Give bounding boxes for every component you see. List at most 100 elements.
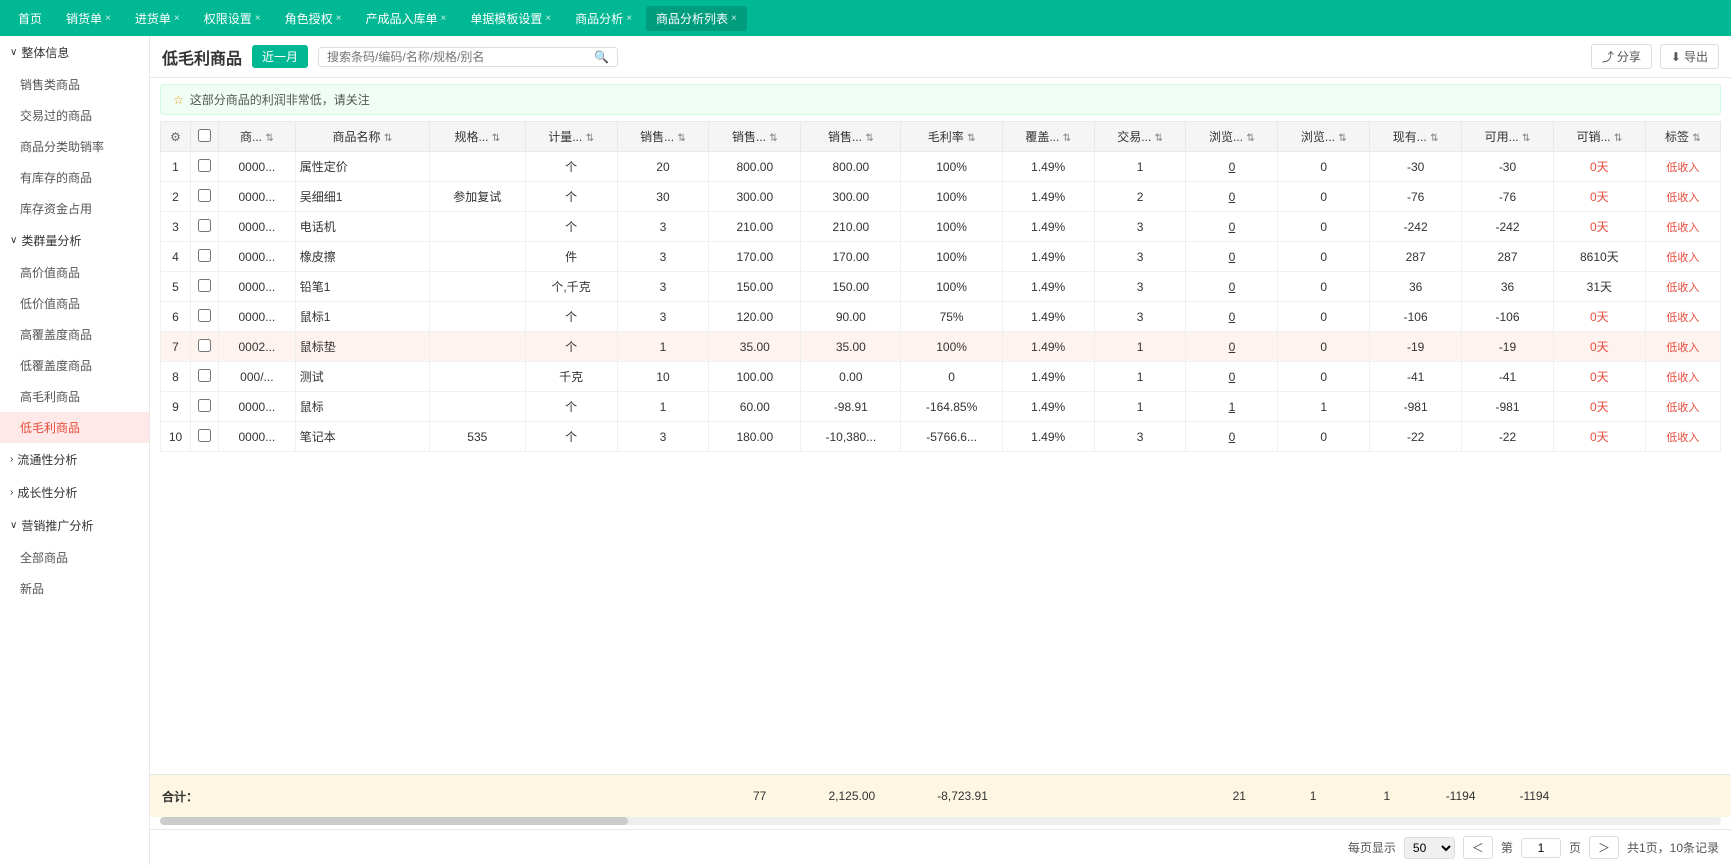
close-icon[interactable]: × [440,13,446,24]
col-coverage[interactable]: 覆盖... ⇅ [1002,122,1094,152]
close-icon[interactable]: × [174,13,180,24]
sidebar-item-stock-capital[interactable]: 库存资金占用 [0,193,149,224]
export-button[interactable]: ⬇ 导出 [1660,44,1719,69]
row-browse1[interactable]: 0 [1186,182,1278,212]
col-tag[interactable]: 标签 ⇅ [1645,122,1720,152]
nav-purchase-order[interactable]: 进货单 × [125,6,190,31]
col-trans[interactable]: 交易... ⇅ [1094,122,1186,152]
col-browse2[interactable]: 浏览... ⇅ [1278,122,1370,152]
col-unit[interactable]: 计量... ⇅ [525,122,617,152]
table-wrapper[interactable]: ⚙ 商... ⇅ 商品名称 ⇅ 规格... ⇅ 计量... ⇅ 销售... ⇅ … [150,121,1731,774]
row-browse1[interactable]: 0 [1186,362,1278,392]
row-browse1[interactable]: 1 [1186,392,1278,422]
nav-product-analysis[interactable]: 商品分析 × [565,6,642,31]
col-available[interactable]: 可用... ⇅ [1462,122,1554,152]
row-checkbox[interactable] [191,422,219,452]
row-select-checkbox[interactable] [198,219,211,232]
close-icon[interactable]: × [255,13,261,24]
row-checkbox[interactable] [191,182,219,212]
nav-sales-order[interactable]: 销货单 × [56,6,121,31]
search-input[interactable] [327,50,594,64]
nav-product-entry[interactable]: 产成品入库单 × [355,6,456,31]
nav-template-settings[interactable]: 单据模板设置 × [460,6,561,31]
row-checkbox[interactable] [191,362,219,392]
col-name[interactable]: 商品名称 ⇅ [295,122,429,152]
sidebar-item-high-coverage[interactable]: 高覆盖度商品 [0,319,149,350]
col-gross-rate[interactable]: 毛利率 ⇅ [901,122,1002,152]
sidebar-group-growth[interactable]: › 成长性分析 [0,476,149,509]
sidebar-item-stocked-goods[interactable]: 有库存的商品 [0,162,149,193]
search-icon[interactable]: 🔍 [594,50,609,64]
row-browse1[interactable]: 0 [1186,152,1278,182]
sidebar-group-marketing[interactable]: ∨ 营销推广分析 [0,509,149,542]
close-icon[interactable]: × [626,13,632,24]
row-checkbox[interactable] [191,302,219,332]
row-checkbox[interactable] [191,212,219,242]
col-spec[interactable]: 规格... ⇅ [429,122,525,152]
select-all-checkbox[interactable] [198,129,211,142]
row-browse1[interactable]: 0 [1186,332,1278,362]
sidebar-item-low-profit[interactable]: 低毛利商品 [0,412,149,443]
row-select-checkbox[interactable] [198,339,211,352]
row-browse1[interactable]: 0 [1186,212,1278,242]
row-checkbox[interactable] [191,332,219,362]
nav-role-auth[interactable]: 角色授权 × [275,6,352,31]
close-icon[interactable]: × [336,13,342,24]
settings-icon[interactable]: ⚙ [170,130,181,144]
horizontal-scrollbar[interactable] [160,817,1721,825]
close-icon[interactable]: × [105,13,111,24]
page-input[interactable] [1521,838,1561,858]
share-button[interactable]: ⤴ 分享 [1591,44,1652,69]
sidebar-item-traded-goods[interactable]: 交易过的商品 [0,100,149,131]
row-checkbox[interactable] [191,242,219,272]
col-checkbox[interactable] [191,122,219,152]
sidebar-item-low-value[interactable]: 低价值商品 [0,288,149,319]
row-select-checkbox[interactable] [198,429,211,442]
row-checkbox[interactable] [191,272,219,302]
row-browse1[interactable]: 0 [1186,302,1278,332]
scrollbar-thumb[interactable] [160,817,628,825]
next-page-button[interactable]: ＞ [1589,836,1619,859]
per-page-select[interactable]: 50 100 200 [1404,837,1455,859]
col-sales-amount[interactable]: 销售... ⇅ [801,122,901,152]
sidebar-item-high-profit[interactable]: 高毛利商品 [0,381,149,412]
nav-permission[interactable]: 权限设置 × [194,6,271,31]
sidebar-item-all-goods[interactable]: 全部商品 [0,542,149,573]
row-select-checkbox[interactable] [198,279,211,292]
nav-product-analysis-list[interactable]: 商品分析列表 × [646,6,747,31]
sidebar-item-sales-goods[interactable]: 销售类商品 [0,69,149,100]
period-button[interactable]: 近一月 [252,45,308,68]
row-select-checkbox[interactable] [198,369,211,382]
row-select-checkbox[interactable] [198,309,211,322]
col-code[interactable]: 商... ⇅ [219,122,296,152]
row-select-checkbox[interactable] [198,249,211,262]
row-browse1[interactable]: 0 [1186,422,1278,452]
col-salable[interactable]: 可销... ⇅ [1553,122,1645,152]
col-current[interactable]: 现有... ⇅ [1370,122,1462,152]
prev-page-button[interactable]: ＜ [1463,836,1493,859]
col-settings[interactable]: ⚙ [161,122,191,152]
row-salable: 0天 [1553,182,1645,212]
row-checkbox[interactable] [191,152,219,182]
row-tag: 低收入 [1645,182,1720,212]
sidebar-item-category-sales-rate[interactable]: 商品分类助销率 [0,131,149,162]
row-select-checkbox[interactable] [198,189,211,202]
sidebar-group-overall[interactable]: ∨ 整体信息 [0,36,149,69]
col-sales-qty[interactable]: 销售... ⇅ [617,122,709,152]
close-icon[interactable]: × [731,13,737,24]
sidebar-group-cluster-analysis[interactable]: ∨ 类群量分析 [0,224,149,257]
col-browse1[interactable]: 浏览... ⇅ [1186,122,1278,152]
row-checkbox[interactable] [191,392,219,422]
col-sales-price[interactable]: 销售... ⇅ [709,122,801,152]
row-select-checkbox[interactable] [198,399,211,412]
nav-home[interactable]: 首页 [8,6,52,31]
footer-browse2: 1 [1350,783,1424,809]
sidebar-item-low-coverage[interactable]: 低覆盖度商品 [0,350,149,381]
sidebar-group-circulation[interactable]: › 流通性分析 [0,443,149,476]
sidebar-item-new-goods[interactable]: 新品 [0,573,149,604]
sidebar-item-high-value[interactable]: 高价值商品 [0,257,149,288]
row-browse1[interactable]: 0 [1186,242,1278,272]
close-icon[interactable]: × [545,13,551,24]
row-select-checkbox[interactable] [198,159,211,172]
row-browse1[interactable]: 0 [1186,272,1278,302]
